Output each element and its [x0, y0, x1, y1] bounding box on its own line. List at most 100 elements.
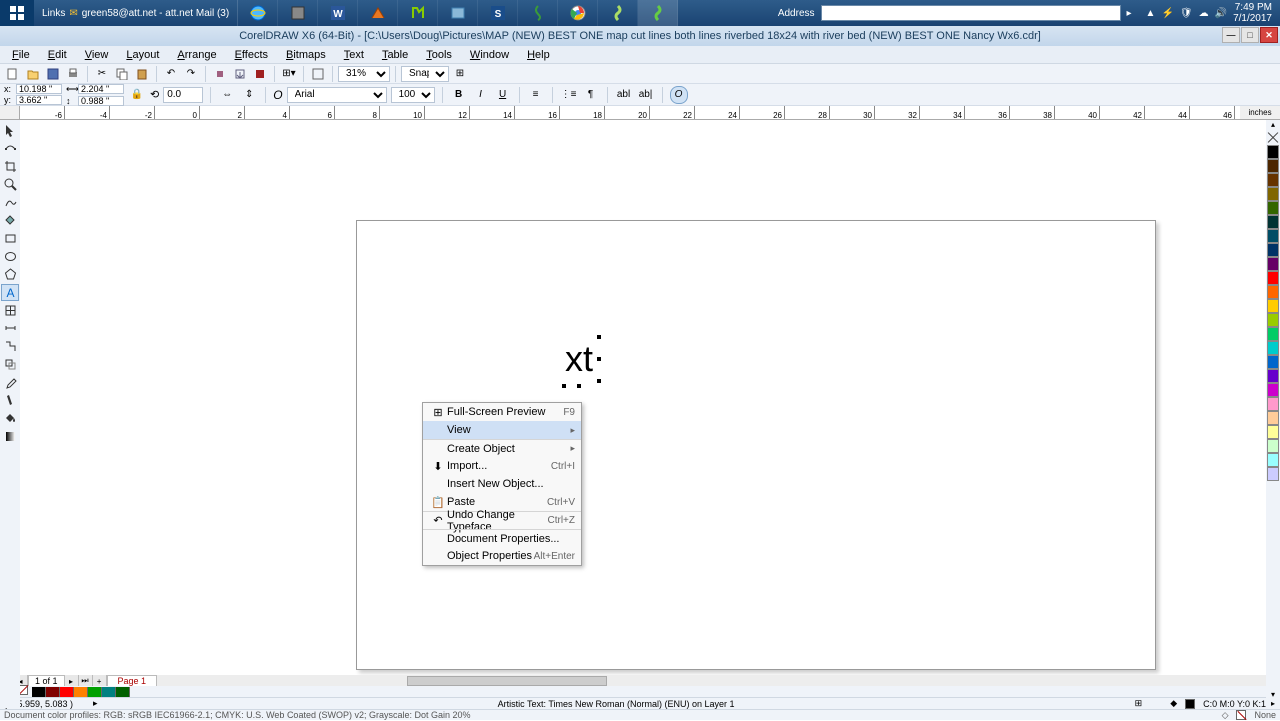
clock[interactable]: 7:49 PM 7/1/2017	[1233, 2, 1272, 24]
export-button[interactable]	[231, 65, 249, 83]
color-swatch[interactable]	[1267, 425, 1279, 439]
new-button[interactable]	[4, 65, 22, 83]
copy-button[interactable]	[113, 65, 131, 83]
fullscreen-button[interactable]	[309, 65, 327, 83]
crop-tool[interactable]	[1, 158, 19, 175]
color-swatch[interactable]	[1267, 467, 1279, 481]
canvas[interactable]: xt ⊞Full-Screen PreviewF9View▸Create Obj…	[20, 120, 1266, 696]
color-swatch[interactable]	[1267, 257, 1279, 271]
color-swatch[interactable]	[1267, 327, 1279, 341]
import-button[interactable]	[211, 65, 229, 83]
redo-button[interactable]: ↷	[182, 65, 200, 83]
ruler-origin[interactable]	[0, 106, 20, 120]
ctx-import-[interactable]: ⬇Import...Ctrl+I	[423, 457, 581, 475]
open-button[interactable]	[24, 65, 42, 83]
lock-ratio-button[interactable]: 🔒	[128, 86, 146, 104]
zoom-select[interactable]: 31%	[338, 66, 390, 82]
corel-icon[interactable]	[638, 0, 678, 26]
color-swatch[interactable]	[102, 687, 116, 697]
minimize-button[interactable]: —	[1222, 27, 1240, 43]
fill-swatch[interactable]	[1185, 699, 1195, 709]
app-icon-6[interactable]	[598, 0, 638, 26]
text-tool[interactable]: A	[1, 284, 19, 301]
paste-button[interactable]	[133, 65, 151, 83]
effects-tool[interactable]	[1, 356, 19, 373]
font-select[interactable]: Arial	[287, 87, 387, 103]
menu-file[interactable]: File	[4, 48, 38, 62]
color-swatch[interactable]	[116, 687, 130, 697]
x-input[interactable]	[16, 84, 62, 94]
color-swatch[interactable]	[1267, 397, 1279, 411]
rotation-input[interactable]	[163, 87, 203, 103]
color-swatch[interactable]	[1267, 355, 1279, 369]
cut-button[interactable]: ✂	[93, 65, 111, 83]
tray-icon[interactable]: 🛡	[1180, 8, 1193, 19]
y-input[interactable]	[16, 95, 62, 105]
color-swatch[interactable]	[88, 687, 102, 697]
color-swatch[interactable]	[1267, 369, 1279, 383]
menu-view[interactable]: View	[77, 48, 117, 62]
color-swatch[interactable]	[1267, 299, 1279, 313]
freehand-tool[interactable]	[1, 194, 19, 211]
save-button[interactable]	[44, 65, 62, 83]
color-swatch[interactable]	[1267, 159, 1279, 173]
snap-select[interactable]: Snap to	[401, 66, 449, 82]
polygon-tool[interactable]	[1, 266, 19, 283]
address-input[interactable]	[821, 5, 1121, 21]
outline-swatch[interactable]	[1236, 710, 1246, 720]
maximize-button[interactable]: □	[1241, 27, 1259, 43]
mail-link[interactable]: green58@att.net - att.net Mail (3)	[82, 8, 229, 19]
height-input[interactable]	[78, 96, 124, 106]
ctx-view[interactable]: View▸	[423, 421, 581, 439]
tray-icon[interactable]: 🔊	[1215, 8, 1227, 19]
options-button[interactable]: ⊞	[451, 65, 469, 83]
ie-icon[interactable]	[238, 0, 278, 26]
zoom-level-button[interactable]: ⊞▾	[280, 65, 298, 83]
app-icon-2[interactable]	[358, 0, 398, 26]
ruler-horizontal[interactable]: -6-4-20246810121416182022242628303234363…	[20, 106, 1266, 120]
tray-icon[interactable]: ▲	[1146, 8, 1156, 19]
connector-tool[interactable]	[1, 338, 19, 355]
color-swatch[interactable]	[1267, 201, 1279, 215]
chrome-icon[interactable]	[558, 0, 598, 26]
print-button[interactable]	[64, 65, 82, 83]
undo-button[interactable]: ↶	[162, 65, 180, 83]
color-swatch[interactable]	[1267, 313, 1279, 327]
palette-up[interactable]: ▴	[1266, 120, 1280, 129]
color-swatch[interactable]	[1267, 271, 1279, 285]
app-icon-5[interactable]	[518, 0, 558, 26]
bullets-button[interactable]: ⋮≡	[560, 86, 578, 104]
no-color-swatch[interactable]	[1267, 131, 1279, 143]
color-swatch[interactable]	[32, 687, 46, 697]
table-tool[interactable]	[1, 302, 19, 319]
tray-icon[interactable]: ☁	[1199, 8, 1209, 19]
palette-down[interactable]: ▾	[1266, 690, 1280, 699]
word-icon[interactable]: W	[318, 0, 358, 26]
ctx-undo-change-typeface[interactable]: ↶Undo Change TypefaceCtrl+Z	[423, 511, 581, 529]
ctx-full-screen-preview[interactable]: ⊞Full-Screen PreviewF9	[423, 403, 581, 421]
smart-fill-tool[interactable]	[1, 212, 19, 229]
start-button[interactable]	[0, 0, 34, 26]
ctx-insert-new-object-[interactable]: Insert New Object...	[423, 475, 581, 493]
app-icon-3[interactable]	[398, 0, 438, 26]
bold-button[interactable]: B	[450, 86, 468, 104]
color-swatch[interactable]	[1267, 411, 1279, 425]
fill-tool[interactable]	[1, 410, 19, 427]
menu-edit[interactable]: Edit	[40, 48, 75, 62]
zoom-tool[interactable]	[1, 176, 19, 193]
rectangle-tool[interactable]	[1, 230, 19, 247]
color-swatch[interactable]	[1267, 229, 1279, 243]
menu-bitmaps[interactable]: Bitmaps	[278, 48, 334, 62]
color-swatch[interactable]	[74, 687, 88, 697]
menu-effects[interactable]: Effects	[227, 48, 276, 62]
artistic-text-object[interactable]: xt	[565, 338, 593, 380]
color-swatch[interactable]	[1267, 243, 1279, 257]
palette-flyout[interactable]: ▸	[1266, 699, 1280, 708]
ctx-object-properties[interactable]: Object PropertiesAlt+Enter	[423, 547, 581, 565]
pick-tool[interactable]	[1, 122, 19, 139]
close-button[interactable]: ✕	[1260, 27, 1278, 43]
links-label[interactable]: Links	[42, 8, 65, 19]
ctx-create-object[interactable]: Create Object▸	[423, 439, 581, 457]
color-swatch[interactable]	[1267, 145, 1279, 159]
menu-layout[interactable]: Layout	[118, 48, 167, 62]
